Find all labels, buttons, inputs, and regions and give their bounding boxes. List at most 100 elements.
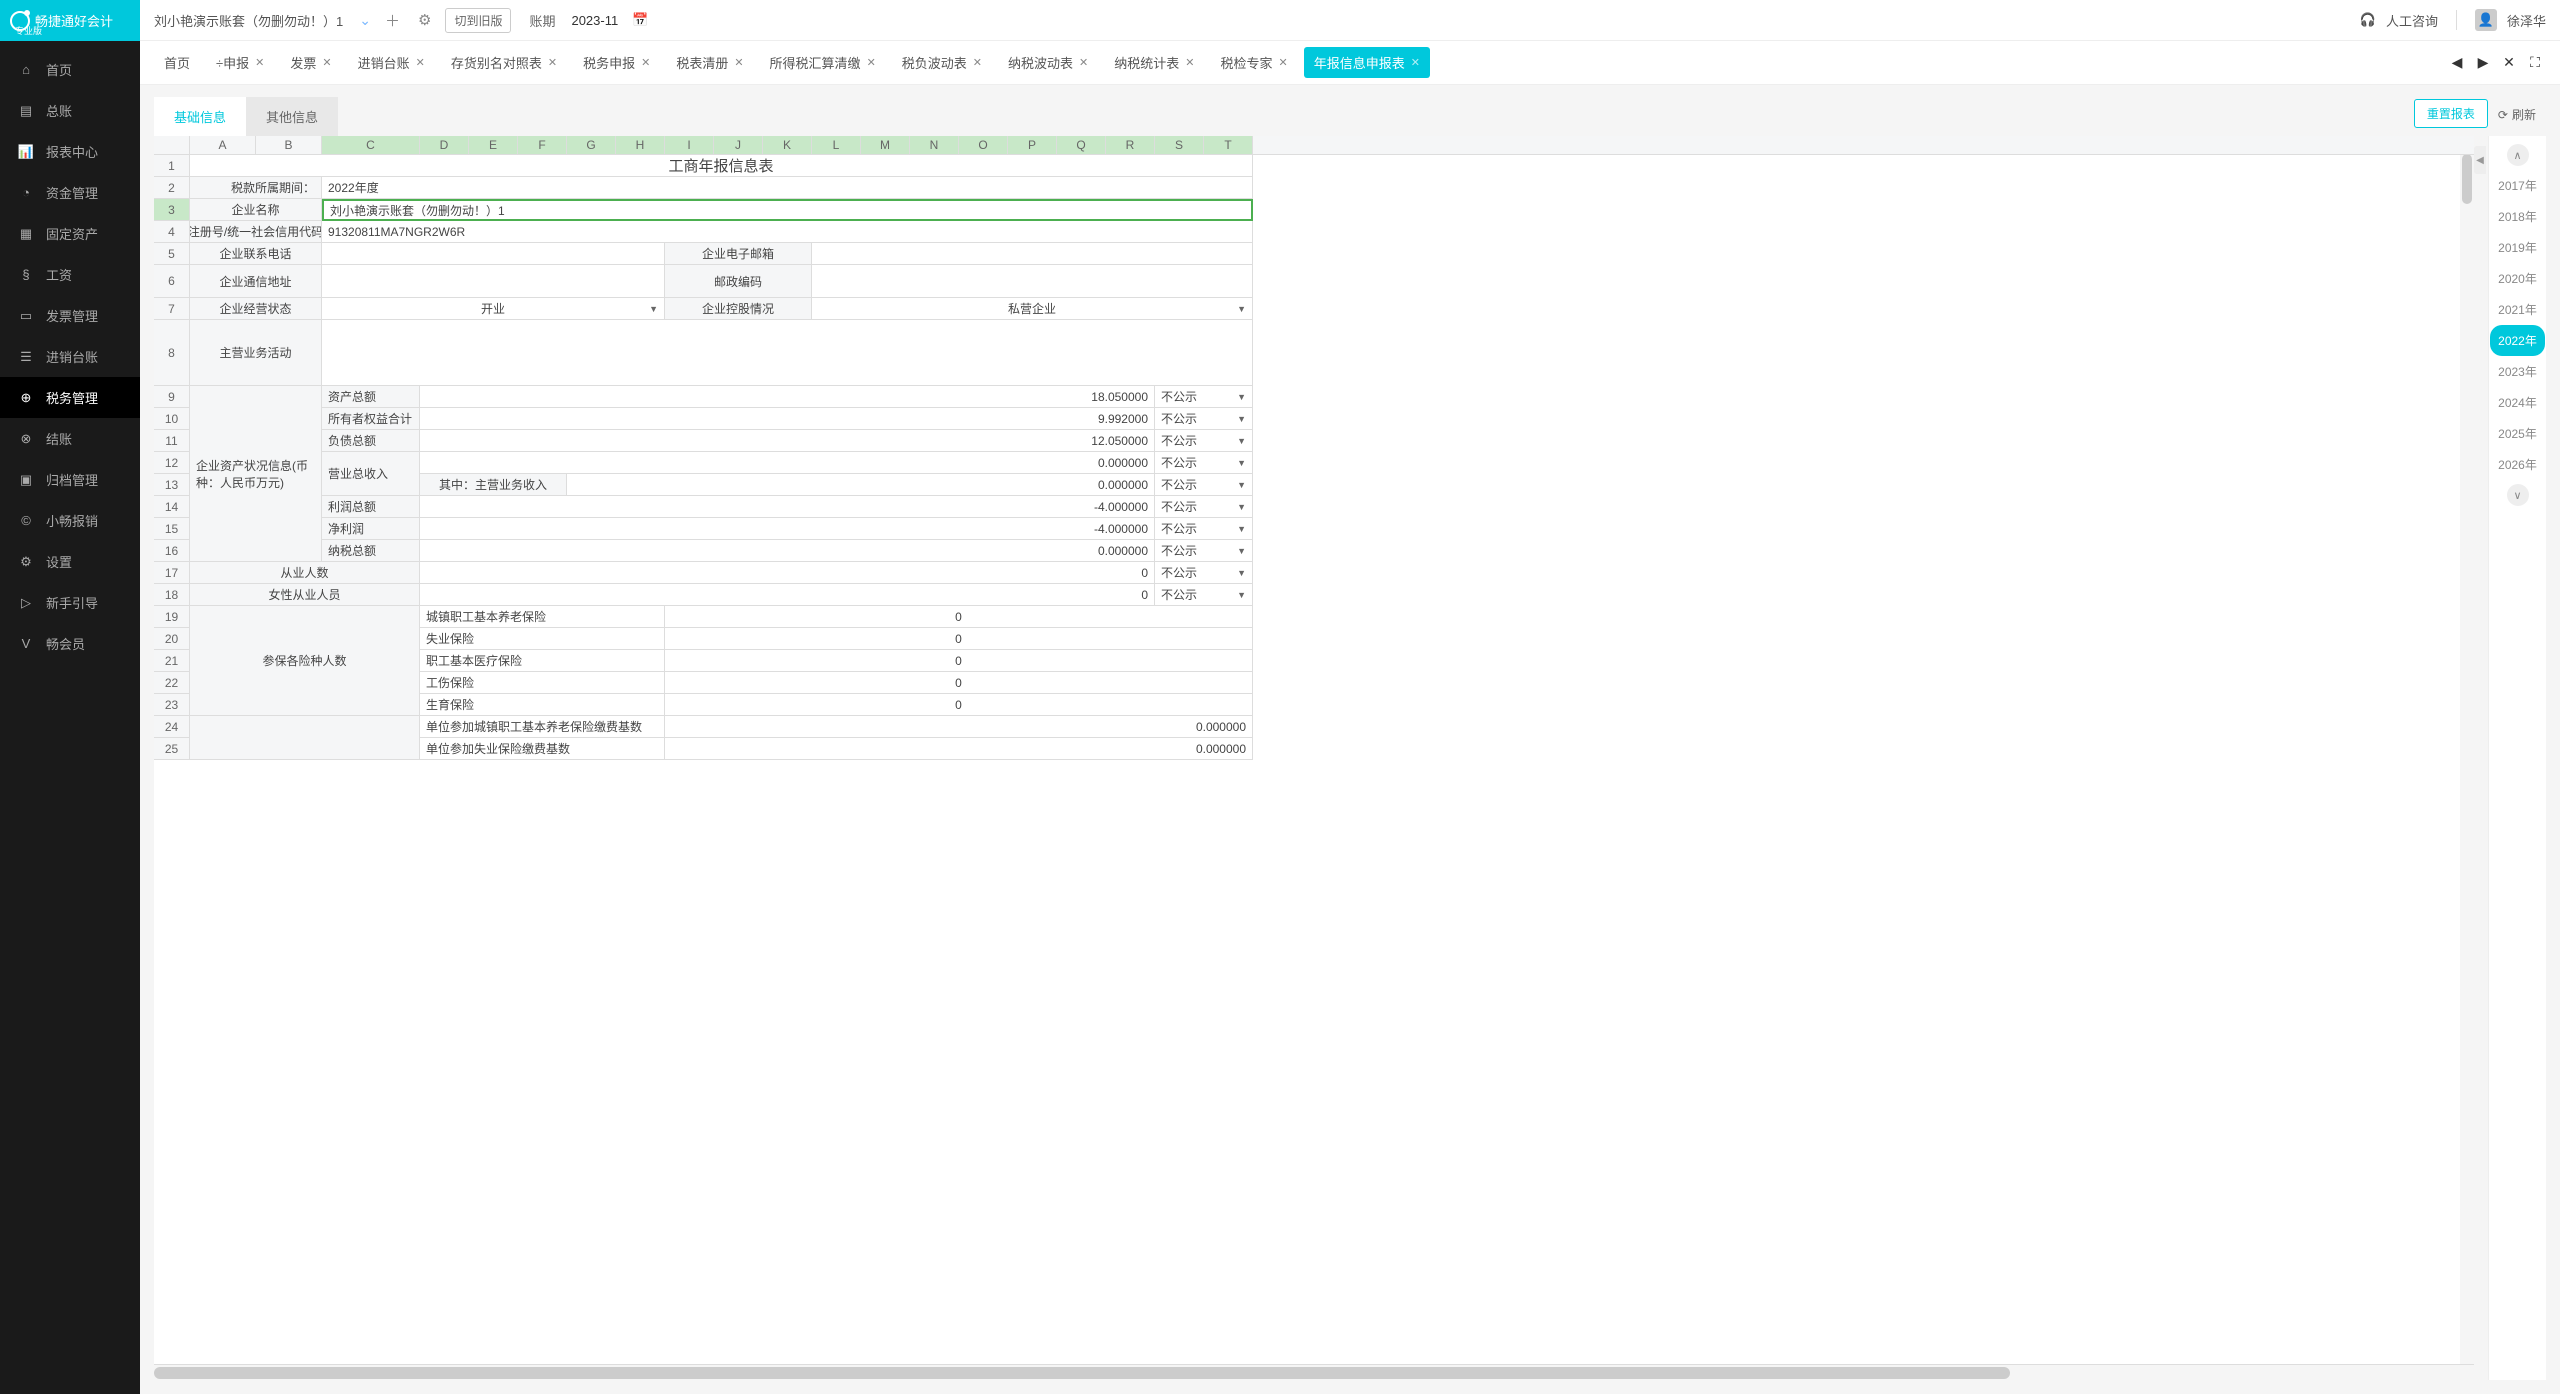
female-value[interactable]: 0 [420, 584, 1155, 606]
year-prev-icon[interactable]: ∧ [2507, 144, 2529, 166]
close-icon[interactable]: ✕ [1411, 56, 1420, 69]
disclose-dropdown[interactable]: 不公示 [1155, 452, 1253, 474]
close-icon[interactable]: ✕ [973, 56, 982, 69]
postal-value[interactable] [812, 265, 1253, 298]
row-header[interactable]: 6 [154, 265, 190, 298]
column-header[interactable]: D [420, 136, 469, 154]
ins-value[interactable]: 0 [665, 606, 1253, 628]
column-header[interactable]: G [567, 136, 616, 154]
fin-value[interactable]: 12.050000 [420, 430, 1155, 452]
nav-item-member[interactable]: V畅会员 [0, 623, 140, 664]
username[interactable]: 徐泽华 [2507, 11, 2546, 30]
row-header[interactable]: 10 [154, 408, 190, 430]
column-header[interactable]: K [763, 136, 812, 154]
column-header[interactable]: R [1106, 136, 1155, 154]
headset-icon[interactable]: 🎧 [2360, 12, 2376, 28]
nav-item-close-book[interactable]: ⊗结账 [0, 418, 140, 459]
disclose-dropdown[interactable]: 不公示 [1155, 386, 1253, 408]
nav-item-guide[interactable]: ▷新手引导 [0, 582, 140, 623]
row-header[interactable]: 8 [154, 320, 190, 386]
column-header[interactable]: S [1155, 136, 1204, 154]
horizontal-scrollbar[interactable] [154, 1364, 2474, 1380]
row-header[interactable]: 5 [154, 243, 190, 265]
column-header[interactable]: T [1204, 136, 1253, 154]
nav-item-chart[interactable]: 📊报表中心 [0, 131, 140, 172]
ins-value[interactable]: 0 [665, 628, 1253, 650]
row-header[interactable]: 19 [154, 606, 190, 628]
close-icon[interactable]: ✕ [548, 56, 557, 69]
nav-item-invoice[interactable]: ▭发票管理 [0, 295, 140, 336]
row-header[interactable]: 20 [154, 628, 190, 650]
status-dropdown[interactable]: 开业 [322, 298, 665, 320]
tab[interactable]: ÷申报✕ [206, 47, 274, 78]
column-header[interactable]: O [959, 136, 1008, 154]
column-header[interactable]: F [518, 136, 567, 154]
year-item[interactable]: 2018年 [2490, 201, 2545, 232]
pension-base-value[interactable]: 0.000000 [665, 716, 1253, 738]
row-header[interactable]: 17 [154, 562, 190, 584]
nav-item-settings[interactable]: ⚙设置 [0, 541, 140, 582]
disclose-dropdown[interactable]: 不公示 [1155, 408, 1253, 430]
row-header[interactable]: 21 [154, 650, 190, 672]
tab[interactable]: 进销台账✕ [348, 47, 435, 78]
ins-value[interactable]: 0 [665, 694, 1253, 716]
nav-item-tax[interactable]: ⊕税务管理 [0, 377, 140, 418]
refresh-button[interactable]: ⟳ 刷新 [2488, 101, 2546, 128]
tab[interactable]: 税检专家✕ [1210, 47, 1297, 78]
close-icon[interactable]: ✕ [641, 56, 650, 69]
nav-item-ledger[interactable]: ▤总账 [0, 90, 140, 131]
row-header[interactable]: 1 [154, 155, 190, 177]
employees-value[interactable]: 0 [420, 562, 1155, 584]
nav-item-home[interactable]: ⌂首页 [0, 49, 140, 90]
tab[interactable]: 税表清册✕ [666, 47, 753, 78]
tab[interactable]: 税负波动表✕ [892, 47, 992, 78]
ins-value[interactable]: 0 [665, 650, 1253, 672]
total-rev-value[interactable]: 0.000000 [420, 452, 1155, 474]
row-header[interactable]: 13 [154, 474, 190, 496]
column-header[interactable]: A [190, 136, 256, 154]
tab[interactable]: 税务申报✕ [573, 47, 660, 78]
holding-dropdown[interactable]: 私营企业 [812, 298, 1253, 320]
row-header[interactable]: 15 [154, 518, 190, 540]
tab[interactable]: 年报信息申报表✕ [1304, 47, 1430, 78]
year-item[interactable]: 2019年 [2490, 232, 2545, 263]
column-header[interactable]: N [910, 136, 959, 154]
tab[interactable]: 发票✕ [280, 47, 341, 78]
close-icon[interactable]: ✕ [322, 56, 331, 69]
disclose-dropdown[interactable]: 不公示 [1155, 518, 1253, 540]
column-header[interactable]: P [1008, 136, 1057, 154]
vertical-scrollbar[interactable] [2460, 154, 2474, 1364]
reset-report-button[interactable]: 重置报表 [2414, 99, 2488, 128]
gear-icon[interactable]: ⚙ [414, 11, 435, 29]
fullscreen-icon[interactable]: ⛶ [2524, 52, 2546, 74]
tab[interactable]: 纳税波动表✕ [998, 47, 1098, 78]
fin-value[interactable]: -4.000000 [420, 518, 1155, 540]
year-item[interactable]: 2024年 [2490, 387, 2545, 418]
tax-period-value[interactable]: 2022年度 [322, 177, 1253, 199]
row-header[interactable]: 7 [154, 298, 190, 320]
year-item[interactable]: 2020年 [2490, 263, 2545, 294]
row-header[interactable]: 9 [154, 386, 190, 408]
fin-value[interactable]: -4.000000 [420, 496, 1155, 518]
main-biz-value[interactable] [322, 320, 1253, 386]
nav-item-asset[interactable]: ▦固定资产 [0, 213, 140, 254]
column-header[interactable]: I [665, 136, 714, 154]
column-header[interactable]: Q [1057, 136, 1106, 154]
plus-icon[interactable]: ＋ [381, 10, 404, 31]
sub-tab[interactable]: 基础信息 [154, 97, 246, 136]
disclose-dropdown[interactable]: 不公示 [1155, 562, 1253, 584]
close-icon[interactable]: ✕ [1079, 56, 1088, 69]
column-header[interactable]: C [322, 136, 420, 154]
nav-item-archive[interactable]: ▣归档管理 [0, 459, 140, 500]
tab[interactable]: 存货别名对照表✕ [441, 47, 567, 78]
row-header[interactable]: 16 [154, 540, 190, 562]
column-header[interactable]: H [616, 136, 665, 154]
column-header[interactable]: L [812, 136, 861, 154]
tab-close-all-icon[interactable]: ✕ [2498, 52, 2520, 74]
nav-item-fund[interactable]: ◔资金管理 [0, 172, 140, 213]
chevron-down-icon[interactable]: ⌄ [359, 12, 371, 29]
year-item[interactable]: 2022年 [2490, 325, 2545, 356]
row-header[interactable]: 18 [154, 584, 190, 606]
column-header[interactable]: J [714, 136, 763, 154]
disclose-dropdown[interactable]: 不公示 [1155, 540, 1253, 562]
